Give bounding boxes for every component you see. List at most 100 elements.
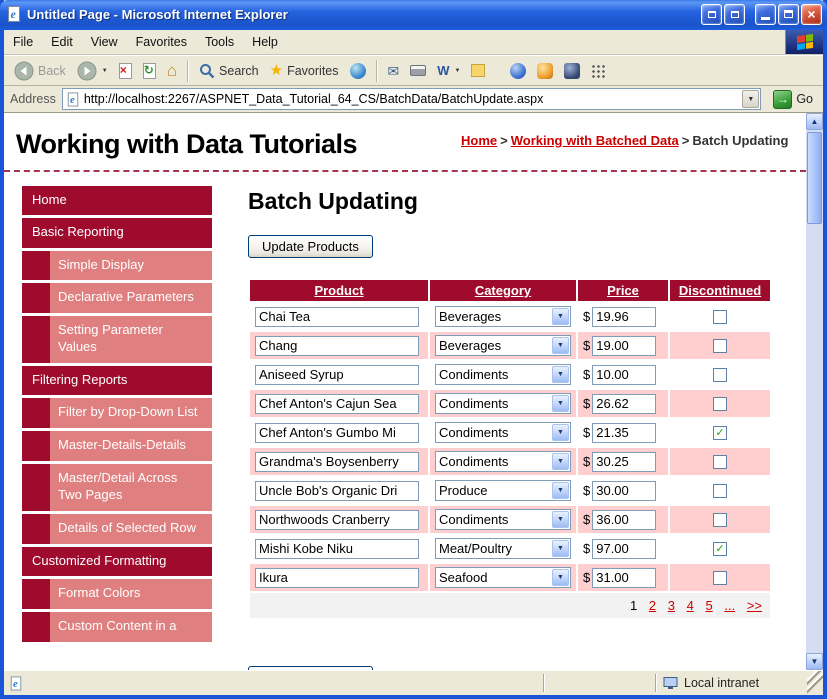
discontinued-checkbox[interactable]: ✓ [713, 339, 727, 354]
discontinued-checkbox[interactable]: ✓ [713, 397, 727, 412]
product-input[interactable] [255, 480, 419, 501]
pager-next-link[interactable]: >> [747, 598, 762, 613]
refresh-button[interactable]: ↻ [138, 61, 161, 81]
sidebar-section-filtering-reports[interactable]: Filtering Reports [22, 366, 212, 396]
favorites-button[interactable]: ★ Favorites [265, 61, 344, 80]
discontinued-checkbox[interactable]: ✓ [713, 513, 727, 528]
product-input[interactable] [255, 451, 419, 472]
research-button[interactable] [559, 61, 585, 81]
chevron-down-icon[interactable]: ▼ [552, 453, 569, 470]
close-button[interactable]: × [801, 3, 822, 25]
go-button[interactable]: → Go [767, 89, 819, 109]
column-header-category[interactable]: Category [475, 283, 531, 298]
column-header-price[interactable]: Price [607, 283, 639, 298]
pager-page-link[interactable]: 5 [705, 598, 712, 613]
pager-page-link[interactable]: 3 [668, 598, 675, 613]
product-input[interactable] [255, 422, 419, 443]
stop-button[interactable]: × [114, 61, 137, 81]
breadcrumb-section-link[interactable]: Working with Batched Data [511, 133, 679, 148]
product-input[interactable] [255, 393, 419, 414]
category-select[interactable]: Beverages ▼ [435, 306, 571, 327]
address-input[interactable] [83, 92, 739, 106]
column-header-product[interactable]: Product [314, 283, 363, 298]
quick-launch-button[interactable] [586, 62, 610, 80]
menu-item-edit[interactable]: Edit [42, 30, 82, 54]
product-input[interactable] [255, 306, 419, 327]
scroll-up-button[interactable]: ▲ [806, 113, 823, 130]
menu-item-help[interactable]: Help [243, 30, 287, 54]
price-input[interactable] [592, 422, 657, 443]
discontinued-checkbox[interactable]: ✓ [713, 542, 727, 557]
category-select[interactable]: Condiments ▼ [435, 509, 571, 530]
product-input[interactable] [255, 509, 419, 530]
address-field[interactable]: e ▼ [61, 88, 762, 110]
home-button[interactable]: ⌂ [162, 60, 182, 81]
category-select[interactable]: Seafood ▼ [435, 567, 571, 588]
edit-with-word-button[interactable]: W ▼ [432, 62, 465, 79]
search-button[interactable]: Search [194, 61, 264, 81]
column-header-discontinued[interactable]: Discontinued [679, 283, 761, 298]
price-input[interactable] [592, 393, 657, 414]
product-input[interactable] [255, 538, 419, 559]
category-select[interactable]: Condiments ▼ [435, 451, 571, 472]
product-input[interactable] [255, 567, 419, 588]
maximize-button[interactable] [778, 3, 799, 25]
price-input[interactable] [592, 364, 657, 385]
price-input[interactable] [592, 306, 657, 327]
product-input[interactable] [255, 364, 419, 385]
price-input[interactable] [592, 538, 657, 559]
discontinued-checkbox[interactable]: ✓ [713, 484, 727, 499]
discontinued-checkbox[interactable]: ✓ [713, 426, 727, 441]
discuss-button[interactable] [466, 62, 490, 79]
update-products-button-top[interactable]: Update Products [248, 235, 373, 258]
price-input[interactable] [592, 335, 657, 356]
menu-item-favorites[interactable]: Favorites [127, 30, 196, 54]
chevron-down-icon[interactable]: ▼ [552, 482, 569, 499]
address-dropdown-button[interactable]: ▼ [742, 90, 760, 108]
pager-page-link[interactable]: 4 [687, 598, 694, 613]
category-select[interactable]: Condiments ▼ [435, 364, 571, 385]
menu-item-file[interactable]: File [4, 30, 42, 54]
price-input[interactable] [592, 480, 657, 501]
category-select[interactable]: Condiments ▼ [435, 422, 571, 443]
pager-page-link[interactable]: 2 [649, 598, 656, 613]
resize-grip[interactable] [807, 671, 823, 695]
titlebar-extra-button-2[interactable] [724, 3, 745, 25]
chevron-down-icon[interactable]: ▼ [552, 308, 569, 325]
pager-ellipsis-link[interactable]: ... [724, 598, 735, 613]
sidebar-item-home[interactable]: Home [22, 186, 212, 216]
chevron-down-icon[interactable]: ▼ [552, 569, 569, 586]
mail-button[interactable]: ✉ [383, 62, 405, 80]
discontinued-checkbox[interactable]: ✓ [713, 455, 727, 470]
menu-item-tools[interactable]: Tools [196, 30, 243, 54]
category-select[interactable]: Meat/Poultry ▼ [435, 538, 571, 559]
vertical-scrollbar[interactable]: ▲ ▼ [806, 113, 823, 670]
minimize-button[interactable] [755, 3, 776, 25]
chevron-down-icon[interactable]: ▼ [552, 511, 569, 528]
msn-button[interactable] [532, 61, 558, 81]
discontinued-checkbox[interactable]: ✓ [713, 368, 727, 383]
scroll-down-button[interactable]: ▼ [806, 653, 823, 670]
scrollbar-thumb[interactable] [807, 132, 822, 224]
menu-item-view[interactable]: View [82, 30, 127, 54]
titlebar-extra-button-1[interactable] [701, 3, 722, 25]
breadcrumb-home-link[interactable]: Home [461, 133, 497, 148]
discontinued-checkbox[interactable]: ✓ [713, 310, 727, 325]
messenger-button[interactable] [505, 61, 531, 81]
sidebar-section-customized-formatting[interactable]: Customized Formatting [22, 546, 212, 577]
price-input[interactable] [592, 451, 657, 472]
back-button[interactable]: Back [9, 59, 71, 83]
chevron-down-icon[interactable]: ▼ [552, 424, 569, 441]
chevron-down-icon[interactable]: ▼ [552, 395, 569, 412]
category-select[interactable]: Beverages ▼ [435, 335, 571, 356]
price-input[interactable] [592, 509, 657, 530]
chevron-down-icon[interactable]: ▼ [552, 337, 569, 354]
media-button[interactable] [345, 61, 371, 81]
forward-button[interactable]: ▼ [72, 59, 113, 83]
price-input[interactable] [592, 567, 657, 588]
category-select[interactable]: Condiments ▼ [435, 393, 571, 414]
print-button[interactable] [405, 63, 431, 78]
discontinued-checkbox[interactable]: ✓ [713, 571, 727, 586]
chevron-down-icon[interactable]: ▼ [552, 366, 569, 383]
update-products-button-bottom[interactable]: Update Products [248, 666, 373, 670]
